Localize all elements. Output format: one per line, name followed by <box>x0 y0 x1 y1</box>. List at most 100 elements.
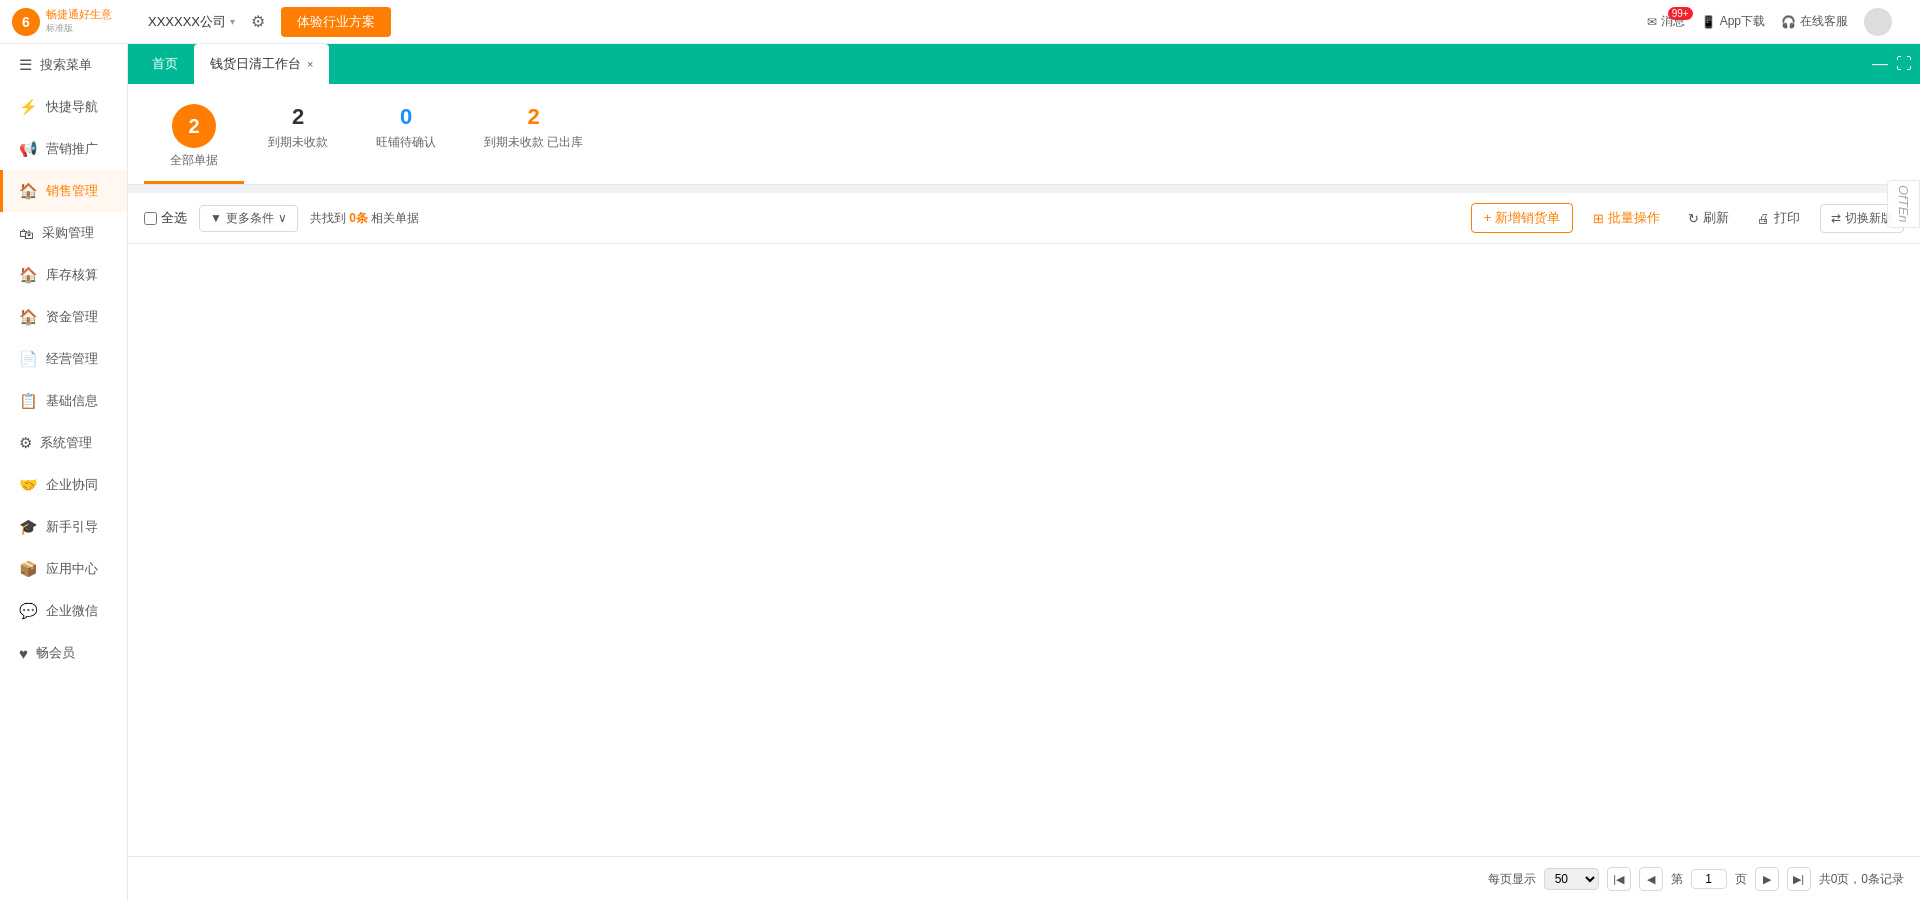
stat-num-shipped: 2 <box>528 104 540 130</box>
batch-label: 批量操作 <box>1608 209 1660 227</box>
sidebar-item-base-info[interactable]: 📋 基础信息 <box>0 380 127 422</box>
sidebar-item-app-center[interactable]: 📦 应用中心 <box>0 548 127 590</box>
select-all-label: 全选 <box>161 209 187 227</box>
service-icon: 🎧 <box>1781 15 1796 29</box>
found-text: 共找到 0条 相关单据 <box>310 210 419 227</box>
base-info-icon: 📋 <box>19 392 38 410</box>
last-page-button[interactable]: ▶| <box>1787 867 1811 891</box>
per-page-select[interactable]: 50 100 200 <box>1544 868 1599 890</box>
minimize-button[interactable]: — <box>1872 55 1888 73</box>
sidebar-item-label: 快捷导航 <box>46 98 98 116</box>
found-prefix: 共找到 <box>310 211 346 225</box>
logo-text-area: 畅捷通好生意 标准版 <box>46 8 112 34</box>
sidebar-item-guide[interactable]: 🎓 新手引导 <box>0 506 127 548</box>
wechat-icon: 💬 <box>19 602 38 620</box>
stat-label-pending: 旺铺待确认 <box>376 134 436 151</box>
app-download-label: App下载 <box>1720 13 1765 30</box>
sidebar-item-label: 企业协同 <box>46 476 98 494</box>
quick-nav-icon: ⚡ <box>19 98 38 116</box>
filter-icon: ▼ <box>210 211 222 225</box>
sidebar-item-vip[interactable]: ♥ 畅会员 <box>0 632 127 674</box>
tab-bar: 首页 钱货日清工作台 × — ⛶ <box>128 44 1920 84</box>
first-page-button[interactable]: |◀ <box>1607 867 1631 891</box>
sidebar-item-label: 新手引导 <box>46 518 98 536</box>
sidebar-item-label: 畅会员 <box>36 644 75 662</box>
sidebar-item-sys-mgmt[interactable]: ⚙ 系统管理 <box>0 422 127 464</box>
sys-mgmt-icon: ⚙ <box>19 434 32 452</box>
stat-tab-all[interactable]: 2 全部单据 <box>144 96 244 184</box>
marketing-icon: 📢 <box>19 140 38 158</box>
stat-tab-shipped[interactable]: 2 到期未收款 已出库 <box>460 96 607 184</box>
toolbar: 全选 ▼ 更多条件 ∨ 共找到 0条 相关单据 + 新增销货单 ⊞ 批量操作 ↻ <box>128 193 1920 244</box>
prev-page-button[interactable]: ◀ <box>1639 867 1663 891</box>
main-content: 首页 钱货日清工作台 × — ⛶ 2 全部单据 2 到期未收款 0 旺铺待确认 <box>128 44 1920 901</box>
sidebar-item-finance[interactable]: 🏠 资金管理 <box>0 296 127 338</box>
print-icon: 🖨 <box>1757 211 1770 226</box>
online-service-action[interactable]: 🎧 在线客服 <box>1781 13 1848 30</box>
finance-icon: 🏠 <box>19 308 38 326</box>
toolbar-right: + 新增销货单 ⊞ 批量操作 ↻ 刷新 🖨 打印 ⇄ 切换新版 <box>1471 203 1904 233</box>
online-service-label: 在线客服 <box>1800 13 1848 30</box>
tab-active[interactable]: 钱货日清工作台 × <box>194 44 329 84</box>
tab-close-icon[interactable]: × <box>307 58 313 70</box>
sidebar-item-label: 企业微信 <box>46 602 98 620</box>
stat-label-all: 全部单据 <box>170 152 218 169</box>
batch-icon: ⊞ <box>1593 211 1604 226</box>
sidebar-item-sales[interactable]: 🏠 销售管理 <box>0 170 127 212</box>
sidebar-item-operations[interactable]: 📄 经营管理 <box>0 338 127 380</box>
select-all-checkbox[interactable]: 全选 <box>144 209 187 227</box>
top-header: 6 畅捷通好生意 标准版 XXXXXX公司 ▾ ⚙ 体验行业方案 ✉ 消息 99… <box>0 0 1920 44</box>
sidebar-item-label: 库存核算 <box>46 266 98 284</box>
trial-button[interactable]: 体验行业方案 <box>281 7 391 37</box>
avatar[interactable] <box>1864 8 1892 36</box>
batch-action-button[interactable]: ⊞ 批量操作 <box>1585 205 1668 231</box>
sidebar-item-wechat[interactable]: 💬 企业微信 <box>0 590 127 632</box>
maximize-button[interactable]: ⛶ <box>1896 55 1912 73</box>
settings-icon[interactable]: ⚙ <box>243 7 273 37</box>
refresh-button[interactable]: ↻ 刷新 <box>1680 205 1737 231</box>
logo-area: 6 畅捷通好生意 标准版 <box>12 8 140 36</box>
filter-label: 更多条件 <box>226 210 274 227</box>
add-sale-button[interactable]: + 新增销货单 <box>1471 203 1573 233</box>
print-button[interactable]: 🖨 打印 <box>1749 205 1808 231</box>
sidebar-item-label: 经营管理 <box>46 350 98 368</box>
purchase-icon: 🛍 <box>19 225 34 242</box>
sidebar-item-label: 基础信息 <box>46 392 98 410</box>
sidebar: ☰ 搜索菜单 ⚡ 快捷导航 📢 营销推广 🏠 销售管理 🛍 采购管理 🏠 库存核… <box>0 44 128 901</box>
tab-active-label: 钱货日清工作台 <box>210 55 301 73</box>
tab-bar-actions: — ⛶ <box>1872 55 1912 73</box>
refresh-icon: ↻ <box>1688 211 1699 226</box>
sidebar-item-search-menu[interactable]: ☰ 搜索菜单 <box>0 44 127 86</box>
filter-button[interactable]: ▼ 更多条件 ∨ <box>199 205 298 232</box>
sidebar-item-label: 营销推广 <box>46 140 98 158</box>
sidebar-item-purchase[interactable]: 🛍 采购管理 <box>0 212 127 254</box>
pagination-bar: 每页显示 50 100 200 |◀ ◀ 第 页 ▶ ▶| 共0页，0条记录 <box>128 856 1920 901</box>
message-action[interactable]: ✉ 消息 99+ <box>1647 13 1685 30</box>
logo-icon: 6 <box>12 8 40 36</box>
sidebar-item-label: 应用中心 <box>46 560 98 578</box>
stat-num-overdue: 2 <box>292 104 304 130</box>
sidebar-item-inventory[interactable]: 🏠 库存核算 <box>0 254 127 296</box>
page-label-end: 页 <box>1735 871 1747 888</box>
sidebar-item-quick-nav[interactable]: ⚡ 快捷导航 <box>0 86 127 128</box>
app-center-icon: 📦 <box>19 560 38 578</box>
header-right: ✉ 消息 99+ 📱 App下载 🎧 在线客服 <box>1647 8 1908 36</box>
select-all-input[interactable] <box>144 212 157 225</box>
stat-label-overdue: 到期未收款 <box>268 134 328 151</box>
stats-tabs: 2 全部单据 2 到期未收款 0 旺铺待确认 2 到期未收款 已出库 <box>128 84 1920 185</box>
sidebar-item-enterprise[interactable]: 🤝 企业协同 <box>0 464 127 506</box>
switch-icon: ⇄ <box>1831 211 1841 225</box>
sidebar-item-label: 系统管理 <box>40 434 92 452</box>
app-download-icon: 📱 <box>1701 15 1716 29</box>
stat-tab-overdue[interactable]: 2 到期未收款 <box>244 96 352 184</box>
app-download-action[interactable]: 📱 App下载 <box>1701 13 1765 30</box>
next-page-button[interactable]: ▶ <box>1755 867 1779 891</box>
sidebar-item-marketing[interactable]: 📢 营销推广 <box>0 128 127 170</box>
guide-icon: 🎓 <box>19 518 38 536</box>
page-input[interactable] <box>1691 869 1727 889</box>
company-selector[interactable]: XXXXXX公司 ▾ <box>140 9 243 35</box>
tab-home[interactable]: 首页 <box>136 44 194 84</box>
stat-tab-pending[interactable]: 0 旺铺待确认 <box>352 96 460 184</box>
per-page-label: 每页显示 <box>1488 871 1536 888</box>
message-badge: 99+ <box>1668 7 1693 20</box>
